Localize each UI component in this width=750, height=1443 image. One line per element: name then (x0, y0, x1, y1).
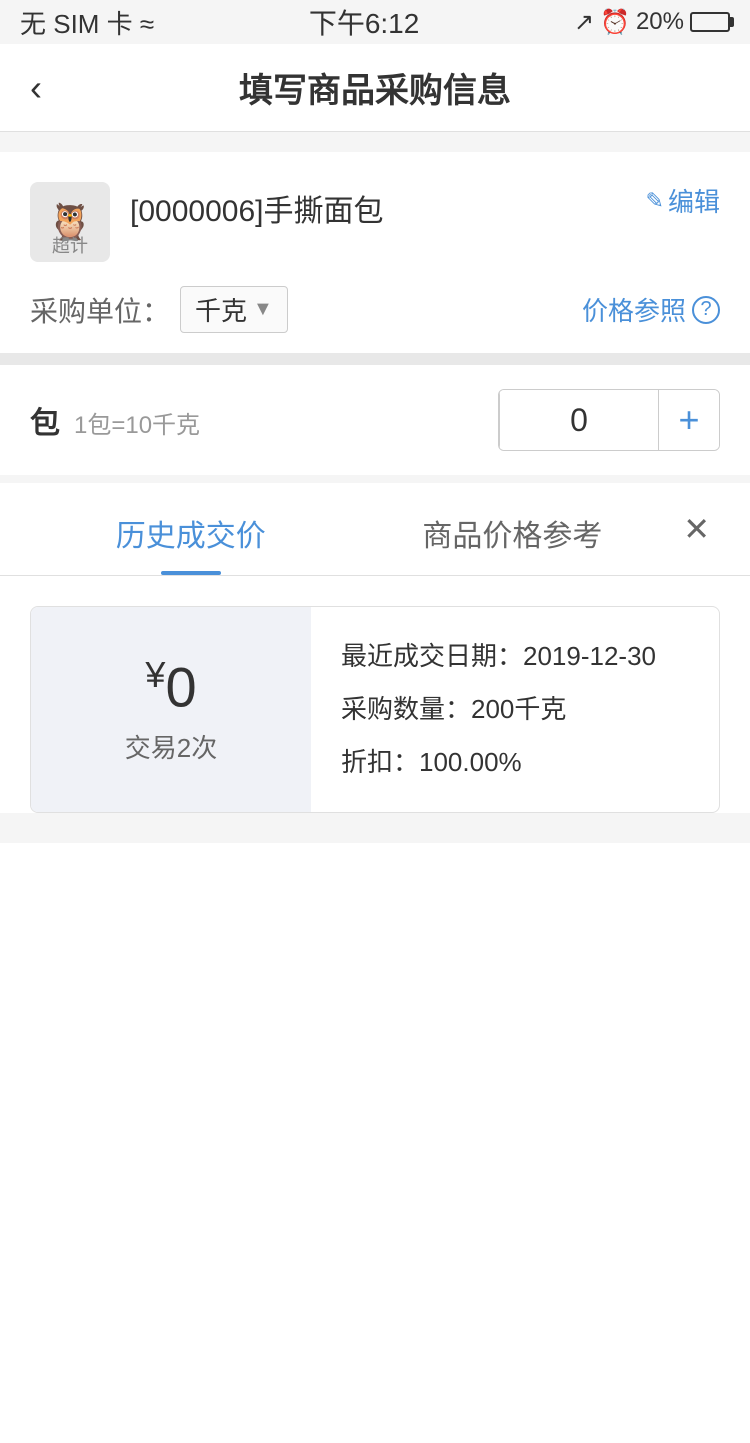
back-button[interactable]: ‹ (30, 70, 42, 106)
tabs-header: 历史成交价 商品价格参考 ✕ (0, 483, 750, 576)
product-name: [0000006]手撕面包 (130, 186, 383, 230)
status-right: ↗ ⏰ 20% (574, 8, 730, 37)
price-discount-value: 100.00% (419, 747, 522, 777)
price-main-value: ¥0 (145, 654, 196, 720)
price-tx-count: 交易2次 (125, 728, 217, 765)
product-section: 🦉 超计 [0000006]手撕面包 ✎ 编辑 采购单位： 千克 ▼ 价格参照 … (0, 152, 750, 353)
status-bar: 无 SIM 卡 ≈ 下午6:12 ↗ ⏰ 20% (0, 0, 750, 44)
quantity-input-group: + (498, 389, 720, 451)
price-number: 0 (165, 656, 196, 719)
product-title: 手撕面包 (263, 195, 383, 228)
price-ref-button[interactable]: 价格参照 ? (582, 291, 720, 328)
price-ref-label: 价格参照 (582, 291, 686, 328)
status-left: 无 SIM 卡 ≈ (20, 4, 154, 41)
tab-close-button[interactable]: ✕ (673, 510, 720, 548)
unit-selector: 采购单位： 千克 ▼ (30, 286, 288, 333)
price-detail-date: 最近成交日期：2019-12-30 (341, 637, 689, 676)
nav-bar: ‹ 填写商品采购信息 (0, 44, 750, 132)
price-card-left: ¥0 交易2次 (31, 607, 311, 812)
unit-value: 千克 (195, 291, 247, 328)
product-unit-row: 采购单位： 千克 ▼ 价格参照 ? (30, 286, 720, 333)
price-date-value: 2019-12-30 (523, 641, 656, 671)
price-currency: ¥ (145, 654, 165, 695)
quantity-row: 包 1包=10千克 + (0, 365, 750, 475)
price-card: ¥0 交易2次 最近成交日期：2019-12-30 采购数量：200千克 折扣：… (30, 606, 720, 813)
dropdown-arrow-icon: ▼ (253, 298, 273, 321)
quantity-input[interactable] (499, 390, 659, 450)
quantity-unit-sub: 1包=10千克 (74, 405, 200, 440)
product-id: [0000006] (130, 195, 263, 228)
product-thumbnail: 🦉 超计 (30, 182, 110, 262)
quantity-increment-button[interactable]: + (659, 390, 719, 450)
alarm-icon: ⏰ (600, 8, 630, 37)
location-icon: ↗ (574, 8, 594, 37)
price-qty-value: 200千克 (471, 694, 566, 724)
price-card-right: 最近成交日期：2019-12-30 采购数量：200千克 折扣：100.00% (311, 607, 719, 812)
price-qty-label: 采购数量： (341, 694, 471, 724)
edit-label: 编辑 (668, 182, 720, 219)
tabs-section: 历史成交价 商品价格参考 ✕ ¥0 交易2次 最近成交日期：2019-12-30… (0, 483, 750, 813)
product-name-container: [0000006]手撕面包 (130, 182, 383, 230)
status-time: 下午6:12 (309, 2, 420, 42)
unit-label: 采购单位： (30, 290, 170, 330)
unit-dropdown[interactable]: 千克 ▼ (180, 286, 288, 333)
tab-price-reference[interactable]: 商品价格参考 (352, 483, 674, 575)
product-thumbnail-label: 超计 (30, 232, 110, 258)
price-detail-qty: 采购数量：200千克 (341, 690, 689, 729)
price-ref-help-icon: ? (692, 296, 720, 324)
product-header: 🦉 超计 [0000006]手撕面包 ✎ 编辑 (30, 182, 720, 262)
battery-icon (690, 12, 730, 32)
page-title: 填写商品采购信息 (239, 63, 511, 112)
product-left: 🦉 超计 [0000006]手撕面包 (30, 182, 383, 262)
quantity-unit-info: 包 1包=10千克 (30, 398, 200, 442)
price-discount-label: 折扣： (341, 747, 419, 777)
section-divider (0, 353, 750, 365)
quantity-unit-main: 包 (30, 398, 60, 442)
product-edit-button[interactable]: ✎ 编辑 (646, 182, 720, 219)
price-detail-discount: 折扣：100.00% (341, 743, 689, 782)
sim-signal-text: 无 SIM 卡 ≈ (20, 4, 154, 41)
bottom-space (0, 843, 750, 1443)
edit-icon: ✎ (646, 188, 664, 214)
price-date-label: 最近成交日期： (341, 641, 523, 671)
tab-history-price[interactable]: 历史成交价 (30, 483, 352, 575)
battery-percentage: 20% (636, 8, 684, 36)
